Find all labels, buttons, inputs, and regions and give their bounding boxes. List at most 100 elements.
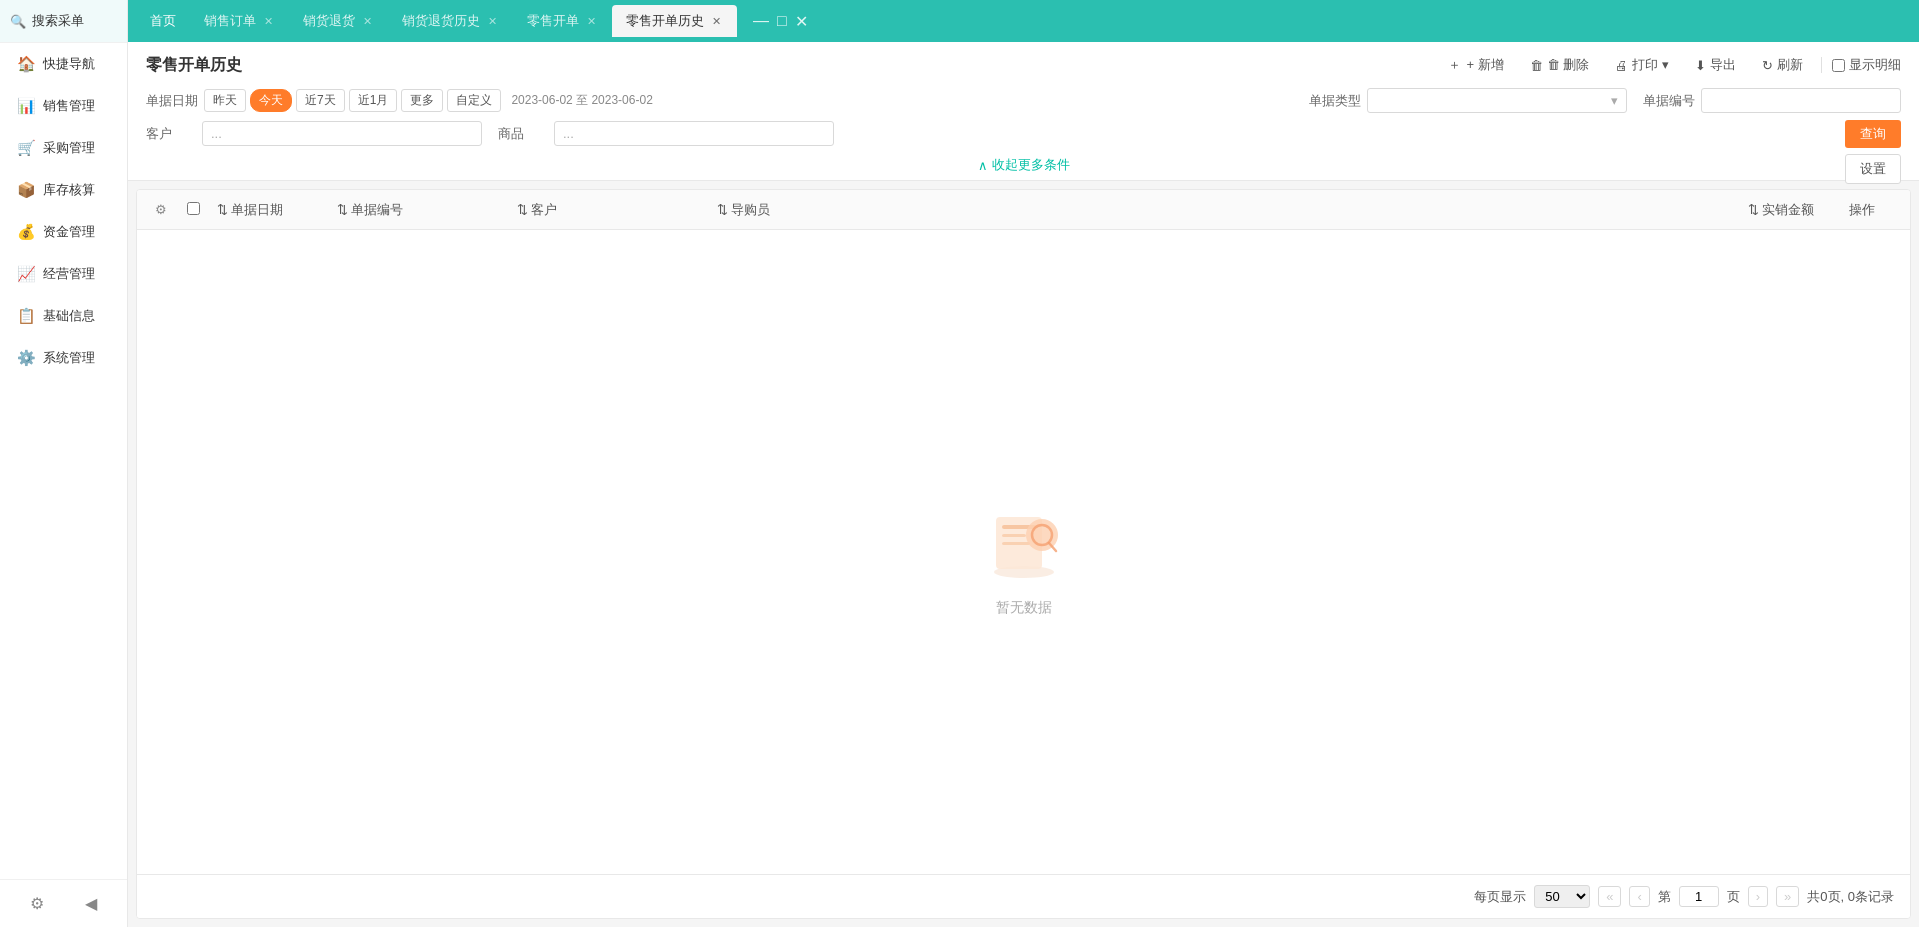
tab-close-sales-return-history[interactable]: ✕ [486,14,499,29]
filter-row-1: 单据日期 昨天今天近7天近1月更多自定义 2023-06-02 至 2023-0… [146,88,1901,113]
date-btn-today[interactable]: 今天 [250,89,292,112]
tab-label-sales-order: 销售订单 [204,12,256,30]
inventory-icon: 📦 [17,181,35,199]
sidebar-label-quick-nav: 快捷导航 [43,55,95,73]
empty-text: 暂无数据 [996,599,1052,617]
add-icon: ＋ [1448,56,1461,74]
date-btn-last_month[interactable]: 近1月 [349,89,398,112]
window-controls: — □ ✕ [753,12,808,31]
date-btn-last7[interactable]: 近7天 [296,89,345,112]
tab-bar: 首页销售订单✕销货退货✕销货退货历史✕零售开单✕零售开单历史✕ — □ ✕ [128,0,1919,42]
doctype-label: 单据类型 [1309,92,1361,110]
sidebar-label-base-info: 基础信息 [43,307,95,325]
docnum-label: 单据编号 [1643,92,1695,110]
th-customer[interactable]: ⇅ 客户 [509,201,709,219]
th-ops: 操作 [1822,201,1902,219]
date-btn-custom[interactable]: 自定义 [447,89,501,112]
export-button[interactable]: ⬇ 导出 [1687,52,1744,78]
tab-retail-history[interactable]: 零售开单历史✕ [612,5,737,37]
goods-select[interactable]: ... [554,121,834,146]
main-area: 首页销售订单✕销货退货✕销货退货历史✕零售开单✕零售开单历史✕ — □ ✕ 零售… [128,0,1919,927]
next-page-button[interactable]: › [1748,886,1768,907]
export-icon: ⬇ [1695,58,1706,73]
tab-close-sales-order[interactable]: ✕ [262,14,275,29]
sidebar-item-inventory[interactable]: 📦库存核算 [0,169,127,211]
tab-home[interactable]: 首页 [136,5,190,37]
th-date[interactable]: ⇅ 单据日期 [209,201,329,219]
sidebar-item-purchase-mgmt[interactable]: 🛒采购管理 [0,127,127,169]
first-page-button[interactable]: « [1598,886,1621,907]
page-label: 页 [1727,888,1740,906]
prev-page-button[interactable]: ‹ [1629,886,1649,907]
tab-close-retail-open[interactable]: ✕ [585,14,598,29]
refresh-button[interactable]: ↻ 刷新 [1754,52,1811,78]
select-all-checkbox[interactable] [177,202,209,218]
collapse-sidebar-icon[interactable]: ◀ [81,890,101,917]
sidebar-search[interactable]: 🔍 搜索采单 [0,0,127,43]
content-area: 零售开单历史 ＋ + 新增 🗑 🗑 删除 🖨 打印 ▾ [128,42,1919,927]
filter-doctype-item: 单据类型 ▾ [1309,88,1627,113]
toolbar-divider [1821,57,1822,73]
chevron-up-icon: ∧ [978,158,988,173]
current-page-input[interactable]: 1 [1679,886,1719,907]
table-settings-icon[interactable]: ⚙ [145,202,177,217]
tab-label-home: 首页 [150,12,176,30]
filter-date-item: 单据日期 昨天今天近7天近1月更多自定义 2023-06-02 至 2023-0… [146,89,653,112]
th-amount[interactable]: ⇅ 实销金额 [1702,201,1822,219]
add-button[interactable]: ＋ + 新增 [1440,52,1512,78]
doctype-select[interactable]: ▾ [1367,88,1627,113]
tab-label-retail-open: 零售开单 [527,12,579,30]
system-mgmt-icon: ⚙️ [17,349,35,367]
sidebar-item-operations[interactable]: 📈经营管理 [0,253,127,295]
filter-row-2: 客户 ... 商品 ... [146,121,1901,146]
sidebar-item-base-info[interactable]: 📋基础信息 [0,295,127,337]
delete-button[interactable]: 🗑 🗑 删除 [1522,52,1598,78]
filter-goods-item: 商品 ... [498,121,834,146]
tab-sales-order[interactable]: 销售订单 ✕ [190,5,289,37]
svg-rect-4 [1002,542,1030,545]
tab-close-sales-return[interactable]: ✕ [361,14,374,29]
sidebar-item-finance[interactable]: 💰资金管理 [0,211,127,253]
per-page-label: 每页显示 [1474,888,1526,906]
tab-close-retail-history[interactable]: ✕ [710,14,723,29]
last-page-button[interactable]: » [1776,886,1799,907]
query-button[interactable]: 查询 [1845,120,1901,148]
operations-icon: 📈 [17,265,35,283]
per-page-select[interactable]: 50 10 20 100 [1534,885,1590,908]
th-num[interactable]: ⇅ 单据编号 [329,201,509,219]
sidebar: 🔍 搜索采单 🏠 快捷导航 📊销售管理🛒采购管理📦库存核算💰资金管理📈经营管理📋基础… [0,0,128,927]
tab-sales-return-history[interactable]: 销货退货历史✕ [388,5,513,37]
docnum-input[interactable] [1701,88,1901,113]
tab-label-sales-return: 销货退货 [303,12,355,30]
print-button[interactable]: 🖨 打印 ▾ [1607,52,1677,78]
goods-filter-label: 商品 [498,125,548,143]
sidebar-footer: ⚙ ◀ [0,879,127,927]
table-area: ⚙ ⇅ 单据日期 ⇅ 单据编号 ⇅ 客户 ⇅ 导购员 [136,189,1911,919]
settings-button[interactable]: 设置 [1845,154,1901,184]
customer-select[interactable]: ... [202,121,482,146]
collapse-filter-btn[interactable]: ∧ 收起更多条件 [146,154,1901,180]
date-buttons: 昨天今天近7天近1月更多自定义 [204,89,501,112]
settings-footer-icon[interactable]: ⚙ [26,890,48,917]
sidebar-item-sales-mgmt[interactable]: 📊销售管理 [0,85,127,127]
sidebar-label-system-mgmt: 系统管理 [43,349,95,367]
table-header: ⚙ ⇅ 单据日期 ⇅ 单据编号 ⇅ 客户 ⇅ 导购员 [137,190,1910,230]
sidebar-item-system-mgmt[interactable]: ⚙️ 系统管理 [0,337,127,379]
sidebar-label-finance: 资金管理 [43,223,95,241]
svg-rect-3 [1002,534,1026,537]
customer-filter-label: 客户 [146,125,196,143]
tab-sales-return[interactable]: 销货退货 ✕ [289,5,388,37]
quick-nav-icon: 🏠 [17,55,35,73]
pagination: 每页显示 50 10 20 100 « ‹ 第 1 页 › » 共0页, 0条记… [137,874,1910,918]
show-detail-checkbox[interactable] [1832,59,1845,72]
minimize-button[interactable]: — [753,12,769,30]
date-btn-more[interactable]: 更多 [401,89,443,112]
tab-retail-open[interactable]: 零售开单 ✕ [513,5,612,37]
show-detail-toggle[interactable]: 显示明细 [1832,56,1901,74]
th-guide[interactable]: ⇅ 导购员 [709,201,829,219]
close-button[interactable]: ✕ [795,12,808,31]
sidebar-item-quick-nav[interactable]: 🏠 快捷导航 [0,43,127,85]
date-btn-yesterday[interactable]: 昨天 [204,89,246,112]
maximize-button[interactable]: □ [777,12,787,30]
date-filter-label: 单据日期 [146,92,198,110]
